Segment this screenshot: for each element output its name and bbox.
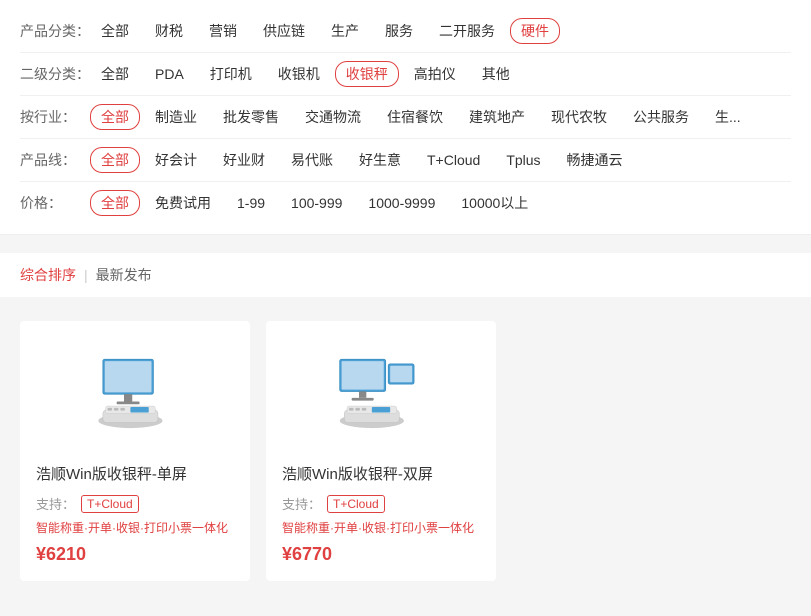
line-changjie[interactable]: 畅捷通云 (556, 147, 634, 173)
ind-hotel[interactable]: 住宿餐饮 (376, 104, 454, 130)
sort-comprehensive[interactable]: 综合排序 (20, 263, 76, 287)
line-tplus[interactable]: Tplus (495, 149, 551, 171)
product-name-1: 浩顺Win版收银秤-单屏 (36, 463, 234, 484)
line-business[interactable]: 好生意 (348, 147, 412, 173)
ind-wholesale[interactable]: 批发零售 (212, 104, 290, 130)
cat-production[interactable]: 生产 (320, 18, 370, 44)
product-card-2[interactable]: 浩顺Win版收银秤-双屏 支持： T+Cloud 智能称重·开单·收银·打印小票… (266, 321, 496, 581)
sub-cash-scale[interactable]: 收银秤 (335, 61, 399, 87)
line-tcloud[interactable]: T+Cloud (416, 149, 491, 171)
ind-transport[interactable]: 交通物流 (294, 104, 372, 130)
price-label: 价格： (20, 193, 90, 213)
product-desc-2: 智能称重·开单·收银·打印小票一体化 (282, 519, 480, 536)
product-image-1 (36, 341, 234, 451)
line-all[interactable]: 全部 (90, 147, 140, 173)
product-line-label: 产品线： (20, 150, 90, 170)
industry-items: 全部 制造业 批发零售 交通物流 住宿餐饮 建筑地产 现代农牧 公共服务 生..… (90, 104, 752, 130)
line-agency[interactable]: 易代账 (280, 147, 344, 173)
product-category-row: 产品分类： 全部 财税 营销 供应链 生产 服务 二开服务 硬件 (20, 10, 791, 53)
cat-all[interactable]: 全部 (90, 18, 140, 44)
price-10000-up[interactable]: 10000以上 (450, 190, 539, 216)
sub-pda[interactable]: PDA (144, 63, 195, 85)
price-row: 价格： 全部 免费试用 1-99 100-999 1000-9999 10000… (20, 182, 791, 224)
support-label-2: 支持： (282, 494, 321, 513)
support-tag-2: T+Cloud (327, 495, 385, 513)
price-all[interactable]: 全部 (90, 190, 140, 216)
cat-supply[interactable]: 供应链 (252, 18, 316, 44)
sub-other[interactable]: 其他 (471, 61, 521, 87)
product-svg-1 (80, 351, 190, 441)
cat-custom[interactable]: 二开服务 (428, 18, 506, 44)
cat-service[interactable]: 服务 (374, 18, 424, 44)
price-1-99[interactable]: 1-99 (226, 192, 276, 214)
product-line-row: 产品线： 全部 好会计 好业财 易代账 好生意 T+Cloud Tplus 畅捷… (20, 139, 791, 182)
ind-more[interactable]: 生... (704, 104, 752, 130)
line-finance[interactable]: 好业财 (212, 147, 276, 173)
sub-cash-register[interactable]: 收银机 (267, 61, 331, 87)
product-price-1: ¥6210 (36, 544, 234, 565)
price-free[interactable]: 免费试用 (144, 190, 222, 216)
sort-divider: | (84, 267, 88, 283)
product-svg-2 (326, 351, 436, 441)
ind-manufacturing[interactable]: 制造业 (144, 104, 208, 130)
product-image-2 (282, 341, 480, 451)
cat-finance[interactable]: 财税 (144, 18, 194, 44)
support-label-1: 支持： (36, 494, 75, 513)
line-account[interactable]: 好会计 (144, 147, 208, 173)
ind-agriculture[interactable]: 现代农牧 (540, 104, 618, 130)
sub-category-row: 二级分类： 全部 PDA 打印机 收银机 收银秤 高拍仪 其他 (20, 53, 791, 96)
product-support-1: 支持： T+Cloud (36, 494, 234, 513)
product-category-label: 产品分类： (20, 21, 90, 41)
sub-category-label: 二级分类： (20, 64, 90, 84)
price-1000-9999[interactable]: 1000-9999 (357, 192, 446, 214)
product-price-2: ¥6770 (282, 544, 480, 565)
ind-all[interactable]: 全部 (90, 104, 140, 130)
divider-2 (0, 297, 811, 305)
cat-marketing[interactable]: 营销 (198, 18, 248, 44)
ind-public[interactable]: 公共服务 (622, 104, 700, 130)
sort-bar: 综合排序 | 最新发布 (0, 253, 811, 297)
cat-hardware[interactable]: 硬件 (510, 18, 560, 44)
divider-1 (0, 235, 811, 243)
price-100-999[interactable]: 100-999 (280, 192, 353, 214)
product-name-2: 浩顺Win版收银秤-双屏 (282, 463, 480, 484)
industry-row: 按行业： 全部 制造业 批发零售 交通物流 住宿餐饮 建筑地产 现代农牧 公共服… (20, 96, 791, 139)
sub-printer[interactable]: 打印机 (199, 61, 263, 87)
product-desc-1: 智能称重·开单·收银·打印小票一体化 (36, 519, 234, 536)
product-line-items: 全部 好会计 好业财 易代账 好生意 T+Cloud Tplus 畅捷通云 (90, 147, 634, 173)
product-card-1[interactable]: 浩顺Win版收银秤-单屏 支持： T+Cloud 智能称重·开单·收银·打印小票… (20, 321, 250, 581)
products-area: 浩顺Win版收银秤-单屏 支持： T+Cloud 智能称重·开单·收银·打印小票… (0, 305, 811, 597)
product-support-2: 支持： T+Cloud (282, 494, 480, 513)
industry-label: 按行业： (20, 107, 90, 127)
ind-construction[interactable]: 建筑地产 (458, 104, 536, 130)
sub-category-items: 全部 PDA 打印机 收银机 收银秤 高拍仪 其他 (90, 61, 521, 87)
support-tag-1: T+Cloud (81, 495, 139, 513)
price-items: 全部 免费试用 1-99 100-999 1000-9999 10000以上 (90, 190, 539, 216)
sub-camera[interactable]: 高拍仪 (403, 61, 467, 87)
filter-section: 产品分类： 全部 财税 营销 供应链 生产 服务 二开服务 硬件 二级分类： 全… (0, 0, 811, 235)
product-category-items: 全部 财税 营销 供应链 生产 服务 二开服务 硬件 (90, 18, 560, 44)
sub-all[interactable]: 全部 (90, 61, 140, 87)
sort-latest[interactable]: 最新发布 (96, 263, 152, 287)
